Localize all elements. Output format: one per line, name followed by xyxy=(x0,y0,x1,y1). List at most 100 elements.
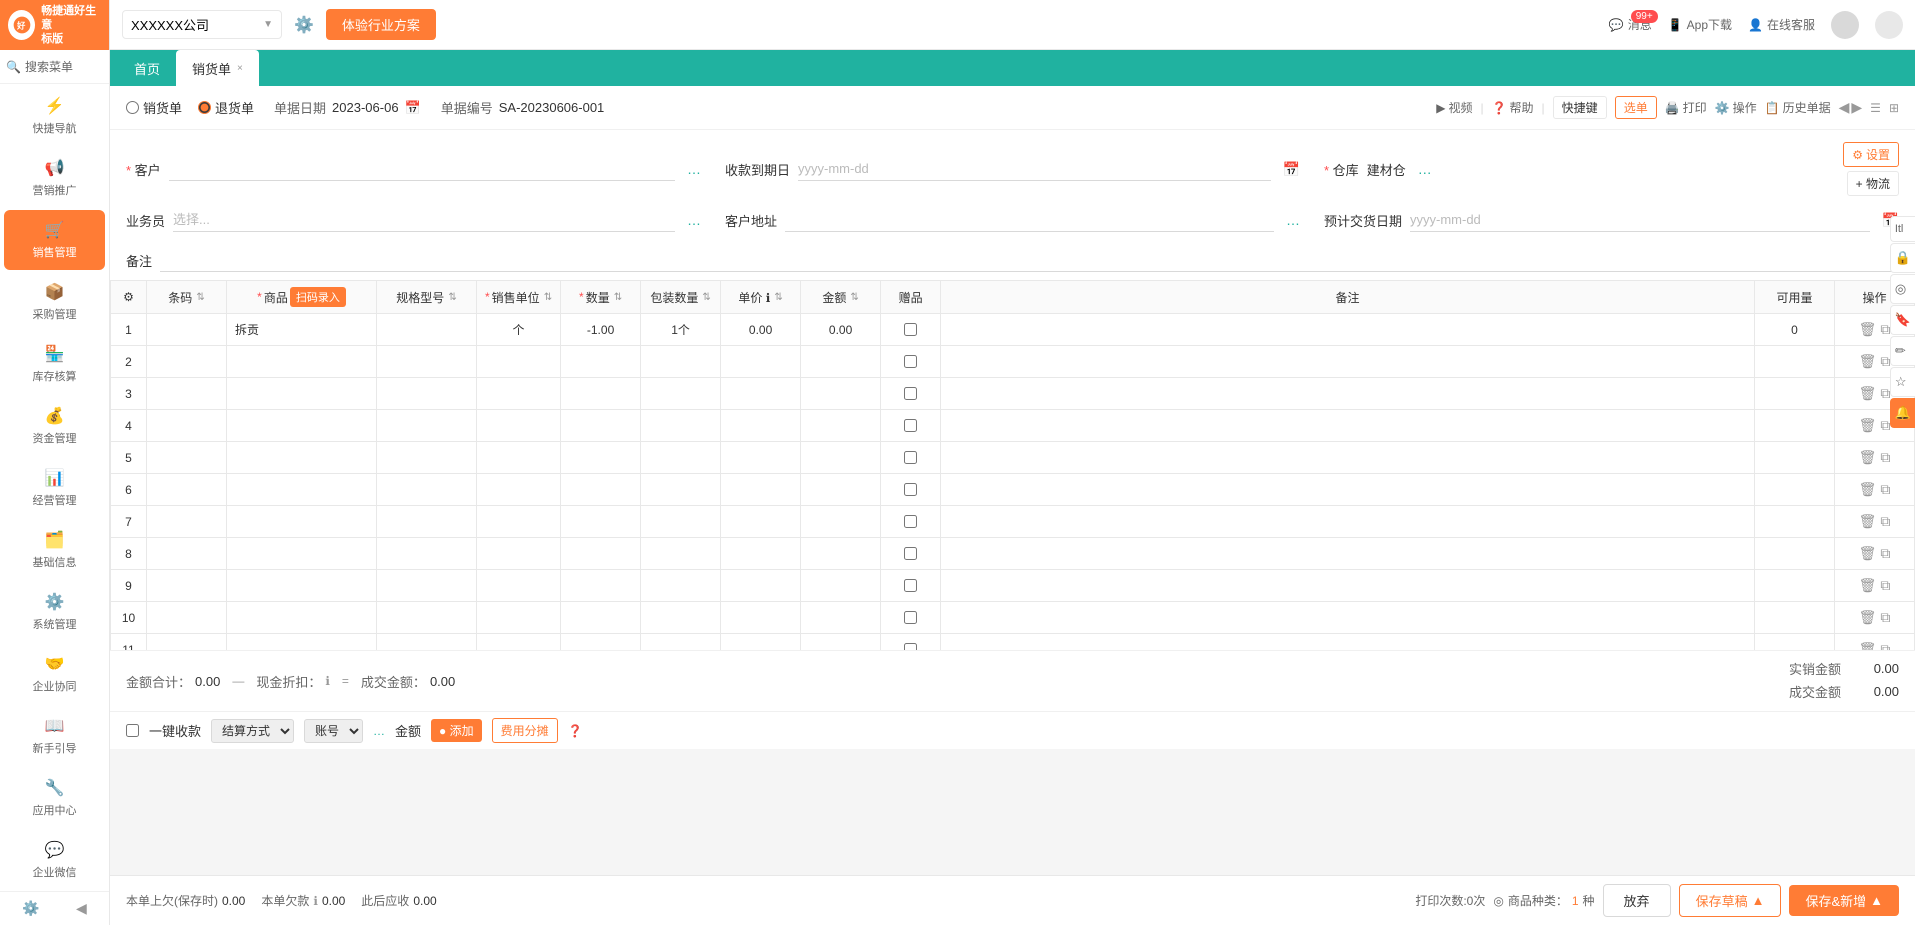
tab-close-icon[interactable]: × xyxy=(237,63,243,74)
copy-row-icon[interactable]: ⧉ xyxy=(1880,449,1890,466)
cell-pkgqty[interactable] xyxy=(641,442,721,474)
cell-gift[interactable] xyxy=(881,538,941,570)
gift-checkbox[interactable] xyxy=(904,355,917,368)
sidebar-item-system[interactable]: ⚙️ 系统管理 xyxy=(4,582,105,642)
cell-qty[interactable] xyxy=(561,570,641,602)
cell-barcode[interactable] xyxy=(147,346,227,378)
cell-amount[interactable] xyxy=(801,474,881,506)
cell-product[interactable] xyxy=(227,410,377,442)
th-amount[interactable]: 金额⇅ xyxy=(801,281,881,314)
delete-row-icon[interactable]: 🗑 xyxy=(1859,449,1877,466)
gift-checkbox[interactable] xyxy=(904,323,917,336)
cell-amount[interactable] xyxy=(801,442,881,474)
copy-row-icon[interactable]: ⧉ xyxy=(1880,513,1890,530)
cell-product[interactable] xyxy=(227,506,377,538)
gift-checkbox[interactable] xyxy=(904,611,917,624)
cell-barcode[interactable] xyxy=(147,538,227,570)
cell-spec[interactable] xyxy=(377,634,477,651)
cell-unit[interactable] xyxy=(477,410,561,442)
th-gift[interactable]: 赠品 xyxy=(881,281,941,314)
abandon-button[interactable]: 放弃 xyxy=(1603,884,1671,917)
action-help[interactable]: ❓ 帮助 xyxy=(1492,99,1534,116)
gift-checkbox[interactable] xyxy=(904,451,917,464)
cell-unit[interactable] xyxy=(477,474,561,506)
cell-price[interactable] xyxy=(721,602,801,634)
search-menu[interactable]: 🔍 搜索菜单 xyxy=(0,50,109,84)
nav-prev-icon[interactable]: ◀ xyxy=(1839,99,1850,116)
th-settings[interactable]: ⚙ xyxy=(111,281,147,314)
avatar[interactable] xyxy=(1831,11,1859,39)
action-operate[interactable]: ⚙️ 操作 xyxy=(1715,99,1757,116)
cell-qty[interactable] xyxy=(561,378,641,410)
th-price[interactable]: 单价 ℹ⇅ xyxy=(721,281,801,314)
add-payment-button[interactable]: ● 添加 xyxy=(431,719,482,742)
cell-price[interactable] xyxy=(721,378,801,410)
cell-barcode[interactable] xyxy=(147,506,227,538)
cell-amount[interactable] xyxy=(801,378,881,410)
cell-price[interactable] xyxy=(721,346,801,378)
sidebar-item-operations[interactable]: 📊 经营管理 xyxy=(4,458,105,518)
cell-qty[interactable] xyxy=(561,634,641,651)
cell-note[interactable] xyxy=(941,602,1755,634)
tab-sales-order[interactable]: 销货单 × xyxy=(176,50,259,86)
cell-gift[interactable] xyxy=(881,410,941,442)
cell-product[interactable] xyxy=(227,602,377,634)
cell-qty[interactable] xyxy=(561,602,641,634)
company-settings-icon[interactable]: ⚙️ xyxy=(290,11,318,39)
th-spec[interactable]: 规格型号⇅ xyxy=(377,281,477,314)
cell-unit[interactable] xyxy=(477,506,561,538)
cell-pkgqty[interactable] xyxy=(641,378,721,410)
one-click-payment-checkbox[interactable] xyxy=(126,724,139,737)
customer-addr-input[interactable] xyxy=(785,208,1274,232)
cell-gift[interactable] xyxy=(881,474,941,506)
rfp-btn-1[interactable]: Itl xyxy=(1890,216,1915,242)
cell-note[interactable] xyxy=(941,314,1755,346)
cell-product[interactable] xyxy=(227,442,377,474)
save-new-button[interactable]: 保存&新增 ▲ xyxy=(1789,885,1899,916)
cell-barcode[interactable] xyxy=(147,378,227,410)
cell-spec[interactable] xyxy=(377,442,477,474)
cell-gift[interactable] xyxy=(881,506,941,538)
cell-amount[interactable] xyxy=(801,634,881,651)
cell-pkgqty[interactable] xyxy=(641,506,721,538)
grid-view-icon[interactable]: ⊞ xyxy=(1889,101,1899,115)
radio-return-order[interactable]: 退货单 xyxy=(198,98,254,117)
cell-product[interactable] xyxy=(227,634,377,651)
warehouse-dots-icon[interactable]: … xyxy=(1418,161,1432,177)
cell-qty[interactable] xyxy=(561,442,641,474)
rfp-btn-6[interactable]: ☆ xyxy=(1890,367,1915,397)
cell-spec[interactable] xyxy=(377,346,477,378)
action-print[interactable]: 🖨️ 打印 xyxy=(1665,99,1707,116)
cell-spec[interactable] xyxy=(377,314,477,346)
cell-gift[interactable] xyxy=(881,570,941,602)
cell-note[interactable] xyxy=(941,570,1755,602)
rfp-btn-5[interactable]: ✏ xyxy=(1890,336,1915,366)
sidebar-collapse-icon[interactable]: ◀ xyxy=(76,900,87,917)
th-barcode[interactable]: 条码⇅ xyxy=(147,281,227,314)
expected-date-input[interactable] xyxy=(1410,208,1870,232)
payment-date-calendar-icon[interactable]: 📅 xyxy=(1283,161,1300,178)
sidebar-item-appstore[interactable]: 🔧 应用中心 xyxy=(4,768,105,828)
cell-spec[interactable] xyxy=(377,538,477,570)
cell-price[interactable] xyxy=(721,442,801,474)
cell-price[interactable] xyxy=(721,474,801,506)
sidebar-item-inventory[interactable]: 🏪 库存核算 xyxy=(4,334,105,394)
message-button[interactable]: 💬 消息 99+ xyxy=(1609,16,1652,33)
remark-input[interactable] xyxy=(160,248,1899,272)
cell-pkgqty[interactable] xyxy=(641,474,721,506)
radio-sales-input[interactable] xyxy=(126,101,139,114)
gift-checkbox[interactable] xyxy=(904,643,917,650)
cell-qty[interactable] xyxy=(561,346,641,378)
gift-checkbox[interactable] xyxy=(904,419,917,432)
cell-amount[interactable] xyxy=(801,410,881,442)
cell-product[interactable] xyxy=(227,538,377,570)
shortcut-button[interactable]: 快捷键 xyxy=(1553,96,1607,119)
cell-qty[interactable] xyxy=(561,410,641,442)
cell-product[interactable]: 拆贡 xyxy=(227,314,377,346)
cell-barcode[interactable] xyxy=(147,410,227,442)
cell-amount[interactable] xyxy=(801,506,881,538)
cell-product[interactable] xyxy=(227,570,377,602)
tab-home[interactable]: 首页 xyxy=(118,50,176,86)
rfp-btn-2[interactable]: 🔒 xyxy=(1890,243,1915,273)
settings-button[interactable]: ⚙ 设置 xyxy=(1843,142,1899,167)
